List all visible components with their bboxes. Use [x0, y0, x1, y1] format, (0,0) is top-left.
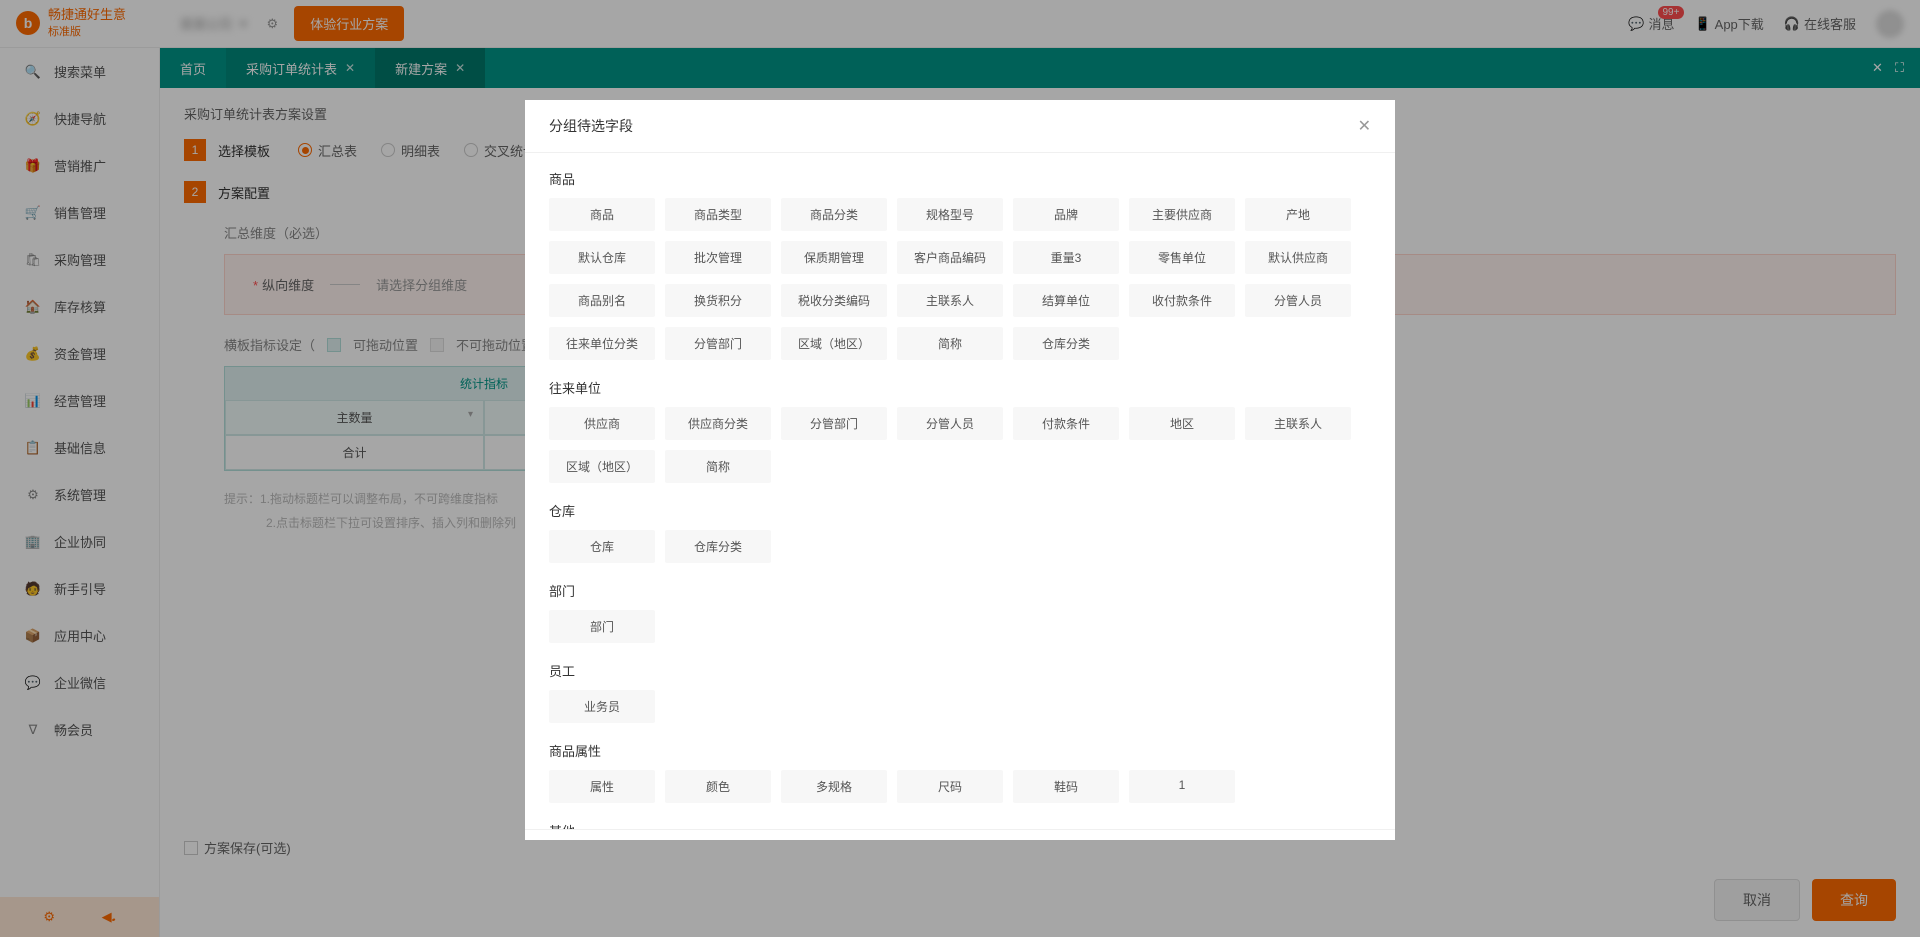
- field-group: 往来单位供应商供应商分类分管部门分管人员付款条件地区主联系人区域（地区） 简称: [549, 378, 1371, 483]
- field-chip[interactable]: 1: [1129, 770, 1235, 803]
- modal-horizontal-scrollbar[interactable]: [525, 829, 1395, 840]
- field-chip[interactable]: 分管人员: [1245, 284, 1351, 317]
- field-group-title: 员工: [549, 661, 1371, 680]
- field-chip[interactable]: 商品别名: [549, 284, 655, 317]
- field-group: 商品商品商品类型商品分类规格型号品牌主要供应商产地默认仓库批次管理保质期管理客户…: [549, 169, 1371, 360]
- field-chip[interactable]: 仓库分类: [1013, 327, 1119, 360]
- field-chip[interactable]: 税收分类编码: [781, 284, 887, 317]
- field-chip[interactable]: 简称: [897, 327, 1003, 360]
- field-group-title: 其他: [549, 821, 1371, 829]
- field-chip[interactable]: 业务员: [549, 690, 655, 723]
- field-chip[interactable]: 商品类型: [665, 198, 771, 231]
- field-chip[interactable]: 往来单位分类: [549, 327, 655, 360]
- field-group: 员工业务员: [549, 661, 1371, 723]
- modal-title: 分组待选字段: [549, 116, 633, 136]
- field-chip[interactable]: 鞋码: [1013, 770, 1119, 803]
- field-chip[interactable]: 商品: [549, 198, 655, 231]
- field-chip[interactable]: 分管部门: [781, 407, 887, 440]
- field-chip[interactable]: 收付款条件: [1129, 284, 1235, 317]
- field-chip[interactable]: 分管人员: [897, 407, 1003, 440]
- field-chip[interactable]: 区域（地区）: [549, 450, 655, 483]
- field-chip[interactable]: 尺码: [897, 770, 1003, 803]
- field-chip[interactable]: 零售单位: [1129, 241, 1235, 274]
- field-chip[interactable]: 默认仓库: [549, 241, 655, 274]
- field-group: 仓库仓库仓库分类: [549, 501, 1371, 563]
- field-chip[interactable]: 供应商分类: [665, 407, 771, 440]
- field-chip[interactable]: 重量3: [1013, 241, 1119, 274]
- field-group: 其他: [549, 821, 1371, 829]
- field-chip[interactable]: 商品分类: [781, 198, 887, 231]
- field-group-title: 商品属性: [549, 741, 1371, 760]
- field-chip[interactable]: 区域（地区）: [781, 327, 887, 360]
- field-chip[interactable]: 结算单位: [1013, 284, 1119, 317]
- field-chip[interactable]: 分管部门: [665, 327, 771, 360]
- field-chip[interactable]: 颜色: [665, 770, 771, 803]
- field-chip[interactable]: 简称: [665, 450, 771, 483]
- field-chip[interactable]: 批次管理: [665, 241, 771, 274]
- field-chip[interactable]: 客户商品编码: [897, 241, 1003, 274]
- field-chip[interactable]: 保质期管理: [781, 241, 887, 274]
- field-chip[interactable]: 主要供应商: [1129, 198, 1235, 231]
- field-selector-modal: 分组待选字段 ✕ 商品商品商品类型商品分类规格型号品牌主要供应商产地默认仓库批次…: [525, 100, 1395, 840]
- field-chip[interactable]: 规格型号: [897, 198, 1003, 231]
- field-chip[interactable]: 换货积分: [665, 284, 771, 317]
- field-chip[interactable]: 部门: [549, 610, 655, 643]
- field-chip[interactable]: 主联系人: [897, 284, 1003, 317]
- field-group: 商品属性属性颜色多规格尺码鞋码 1: [549, 741, 1371, 803]
- field-chip[interactable]: 多规格: [781, 770, 887, 803]
- field-chip[interactable]: 供应商: [549, 407, 655, 440]
- modal-header: 分组待选字段 ✕: [525, 100, 1395, 153]
- field-chip[interactable]: 仓库: [549, 530, 655, 563]
- field-group-title: 仓库: [549, 501, 1371, 520]
- modal-body[interactable]: 商品商品商品类型商品分类规格型号品牌主要供应商产地默认仓库批次管理保质期管理客户…: [525, 153, 1395, 829]
- field-chip[interactable]: 默认供应商: [1245, 241, 1351, 274]
- field-chip[interactable]: 品牌: [1013, 198, 1119, 231]
- field-group: 部门部门: [549, 581, 1371, 643]
- field-chip[interactable]: 主联系人: [1245, 407, 1351, 440]
- field-chip[interactable]: 仓库分类: [665, 530, 771, 563]
- field-chip[interactable]: 付款条件: [1013, 407, 1119, 440]
- field-chip[interactable]: 地区: [1129, 407, 1235, 440]
- field-group-title: 往来单位: [549, 378, 1371, 397]
- field-chip[interactable]: 产地: [1245, 198, 1351, 231]
- field-chip[interactable]: 属性: [549, 770, 655, 803]
- field-group-title: 部门: [549, 581, 1371, 600]
- field-group-title: 商品: [549, 169, 1371, 188]
- close-icon[interactable]: ✕: [1358, 116, 1371, 136]
